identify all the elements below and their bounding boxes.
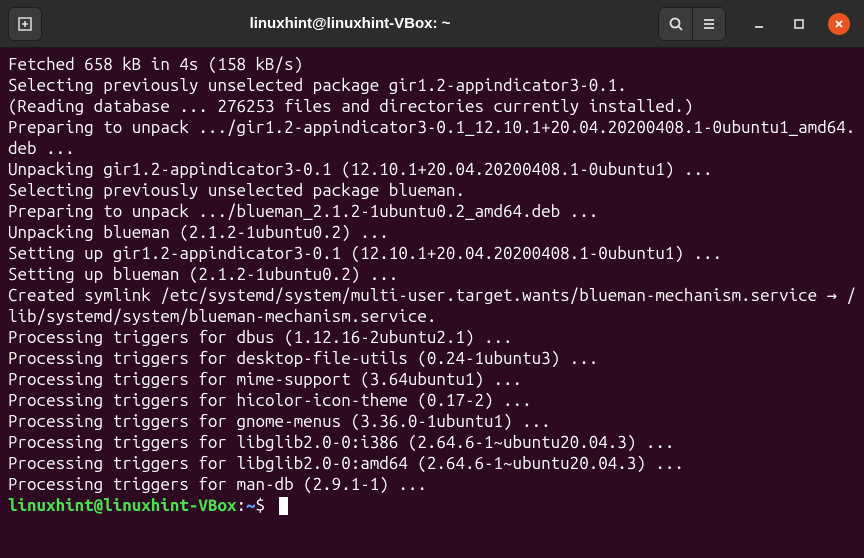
terminal-window: linuxhint@linuxhint-VBox: ~ (0, 0, 864, 558)
prompt-user-host: linuxhint@linuxhint-VBox (8, 496, 236, 515)
search-button[interactable] (658, 7, 692, 41)
search-icon (668, 16, 684, 32)
window-title: linuxhint@linuxhint-VBox: ~ (42, 15, 658, 32)
titlebar: linuxhint@linuxhint-VBox: ~ (0, 0, 864, 48)
cursor (279, 497, 288, 515)
menu-button[interactable] (692, 7, 726, 41)
terminal-body[interactable]: Fetched 658 kB in 4s (158 kB/s) Selectin… (0, 48, 864, 558)
titlebar-button-group (658, 7, 726, 41)
minimize-icon (753, 18, 765, 30)
hamburger-icon (701, 16, 717, 32)
new-tab-button[interactable] (8, 7, 42, 41)
terminal-output: Fetched 658 kB in 4s (158 kB/s) Selectin… (8, 55, 856, 494)
window-controls (742, 13, 856, 35)
new-tab-icon (17, 16, 33, 32)
prompt-dollar: $ (256, 496, 266, 515)
titlebar-right (658, 7, 856, 41)
prompt-colon: : (236, 496, 246, 515)
close-icon (833, 18, 845, 30)
maximize-icon (793, 18, 805, 30)
titlebar-left (8, 7, 42, 41)
minimize-button[interactable] (748, 13, 770, 35)
maximize-button[interactable] (788, 13, 810, 35)
prompt-path: ~ (246, 496, 256, 515)
close-button[interactable] (828, 13, 850, 35)
